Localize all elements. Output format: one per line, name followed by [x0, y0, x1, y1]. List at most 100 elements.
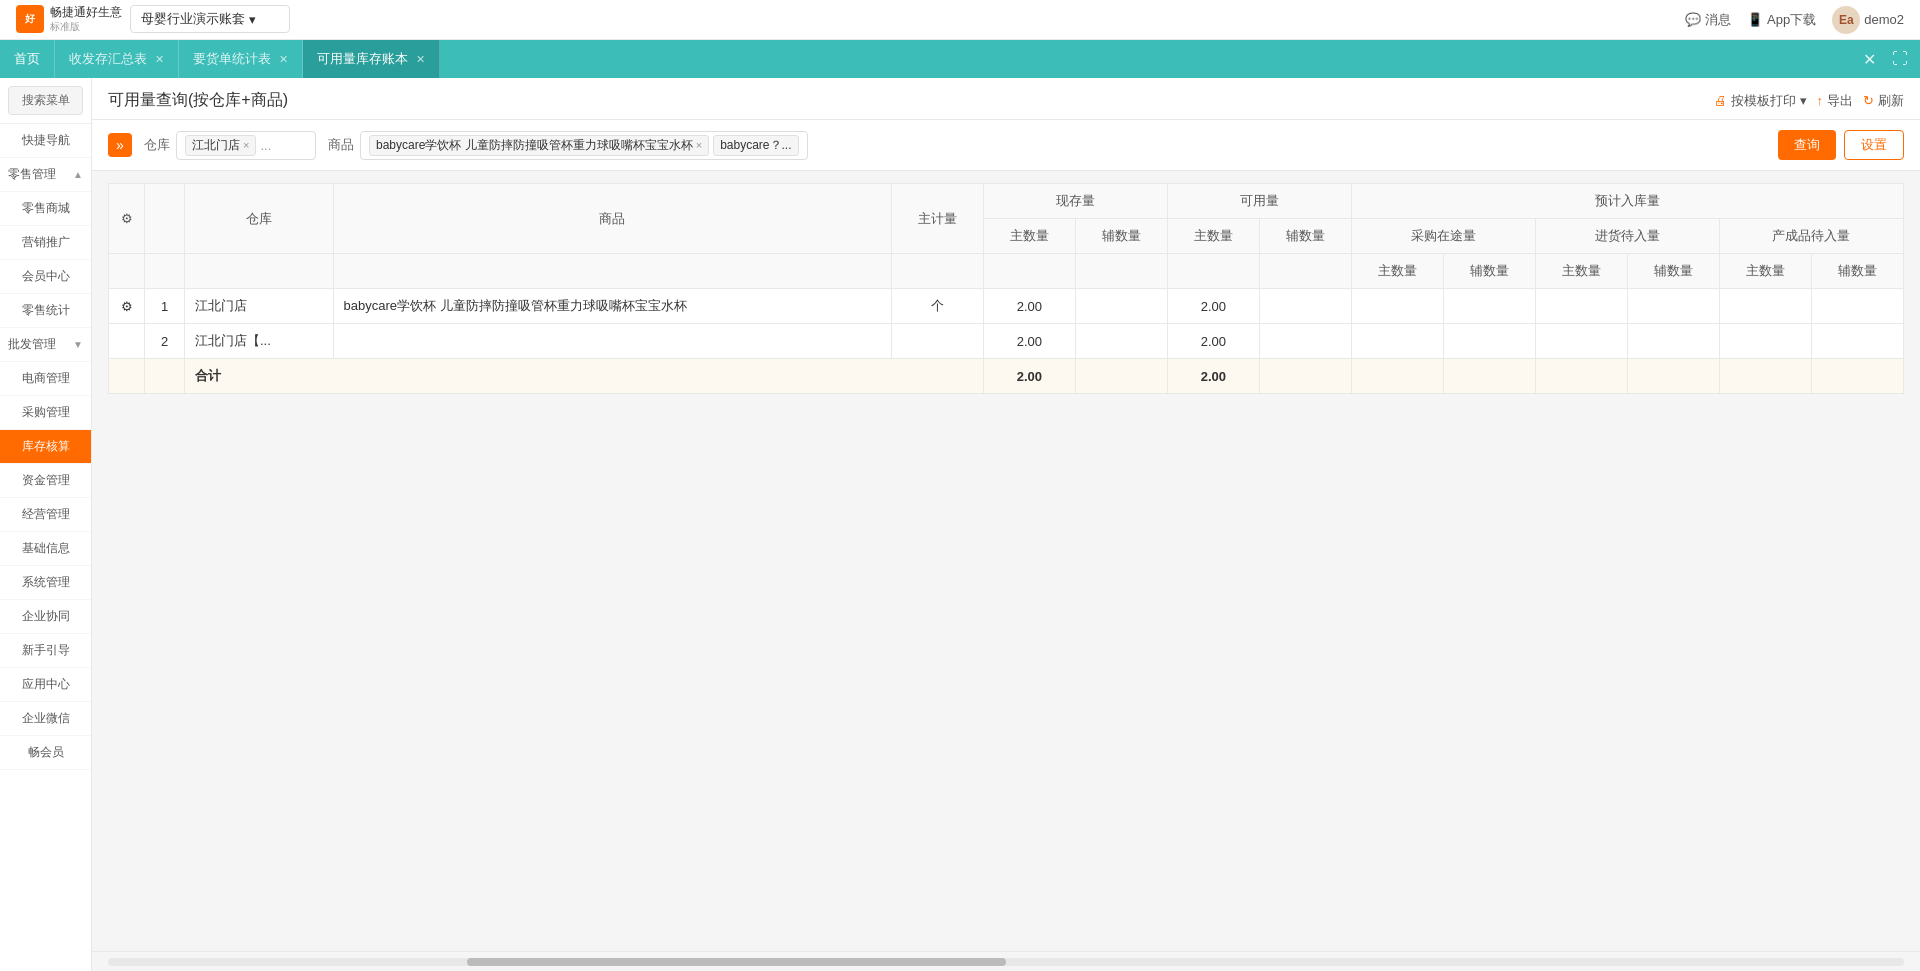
sidebar-item-operations-mgmt[interactable]: 经营管理 — [0, 498, 91, 532]
filter-expand-btn[interactable]: » — [108, 133, 132, 157]
sidebar-item-quick-nav[interactable]: 快捷导航 — [0, 124, 91, 158]
th-planned-in: 预计入库量 — [1351, 184, 1903, 219]
th-sub-empty4 — [333, 254, 891, 289]
warehouse-label: 仓库 — [144, 136, 170, 154]
export-icon: ↑ — [1817, 93, 1824, 108]
tab-bar: 首页 收发存汇总表 ✕ 要货单统计表 ✕ 可用量库存账本 ✕ ✕ ⛶ — [0, 40, 1920, 78]
sidebar-item-enterprise-wechat[interactable]: 企业微信 — [0, 702, 91, 736]
row2-current-aux — [1075, 324, 1167, 359]
th-current-stock: 现存量 — [983, 184, 1167, 219]
th-sub-prod-main: 主数量 — [1719, 254, 1811, 289]
row1-prod-aux — [1811, 289, 1903, 324]
tab-receive-summary-label: 收发存汇总表 — [69, 50, 147, 68]
th-product-pending: 产成品待入量 — [1719, 219, 1903, 254]
row2-product — [333, 324, 891, 359]
total-arr-main — [1535, 359, 1627, 394]
sidebar-item-retail-mall[interactable]: 零售商城 — [0, 192, 91, 226]
sidebar-item-marketing[interactable]: 营销推广 — [0, 226, 91, 260]
th-gear[interactable] — [109, 184, 145, 254]
row2-warehouse: 江北门店【... — [185, 324, 334, 359]
product-tag1-value: babycare学饮杯 儿童防摔防撞吸管杯重力球吸嘴杯宝宝水杯 — [376, 137, 693, 154]
row2-gear[interactable] — [109, 324, 145, 359]
sidebar-item-new-user-guide[interactable]: 新手引导 — [0, 634, 91, 668]
refresh-btn[interactable]: ↻ 刷新 — [1863, 92, 1904, 110]
row1-arr-aux — [1627, 289, 1719, 324]
sidebar-item-basic-info[interactable]: 基础信息 — [0, 532, 91, 566]
logo-area: 好 畅捷通好生意 标准版 — [16, 5, 122, 33]
sidebar-item-app-center[interactable]: 应用中心 — [0, 668, 91, 702]
app-download-btn[interactable]: 📱 App下载 — [1747, 11, 1816, 29]
th-current-main: 主数量 — [983, 219, 1075, 254]
row1-current-main: 2.00 — [983, 289, 1075, 324]
th-sub-empty5 — [891, 254, 983, 289]
table-row: 1 江北门店 babycare学饮杯 儿童防摔防撞吸管杯重力球吸嘴杯宝宝水杯 个… — [109, 289, 1904, 324]
th-sub-empty6 — [983, 254, 1075, 289]
sidebar-item-finance-mgmt[interactable]: 资金管理 — [0, 464, 91, 498]
scrollbar-thumb — [467, 958, 1006, 966]
tab-maximize-btn[interactable]: ⛶ — [1888, 46, 1912, 72]
th-current-aux: 辅数量 — [1075, 219, 1167, 254]
row2-arr-main — [1535, 324, 1627, 359]
user-area[interactable]: Ea demo2 — [1832, 6, 1904, 34]
filter-actions: 查询 设置 — [1778, 130, 1904, 160]
th-sub-empty7 — [1075, 254, 1167, 289]
tab-order-stats-close[interactable]: ✕ — [279, 53, 288, 66]
sidebar-item-inventory-check[interactable]: 库存核算 — [0, 430, 91, 464]
tab-receive-summary-close[interactable]: ✕ — [155, 53, 164, 66]
sidebar-item-ecommerce-mgmt[interactable]: 电商管理 — [0, 362, 91, 396]
th-product: 商品 — [333, 184, 891, 254]
warehouse-tag: 江北门店 × — [185, 135, 256, 156]
sidebar-item-purchase-mgmt[interactable]: 采购管理 — [0, 396, 91, 430]
message-label: 消息 — [1705, 11, 1731, 29]
scrollbar-track[interactable] — [108, 958, 1904, 966]
message-icon: 💬 — [1685, 12, 1701, 27]
th-sub-empty8 — [1167, 254, 1259, 289]
print-arrow-icon: ▾ — [1800, 93, 1807, 108]
product-input[interactable]: babycare学饮杯 儿童防摔防撞吸管杯重力球吸嘴杯宝宝水杯 × babyca… — [360, 131, 808, 160]
table-row: 2 江北门店【... 2.00 2.00 — [109, 324, 1904, 359]
row1-gear[interactable] — [109, 289, 145, 324]
query-btn[interactable]: 查询 — [1778, 130, 1836, 160]
print-btn[interactable]: 🖨 按模板打印 ▾ — [1714, 92, 1807, 110]
row2-main-unit — [891, 324, 983, 359]
tab-order-stats-label: 要货单统计表 — [193, 50, 271, 68]
logo-sub: 标准版 — [50, 20, 122, 34]
top-bar-right: 💬 消息 📱 App下载 Ea demo2 — [1685, 6, 1904, 34]
total-prod-main — [1719, 359, 1811, 394]
sidebar-item-retail-mgmt[interactable]: 零售管理 ▲ — [0, 158, 91, 192]
sidebar-item-enterprise-collab[interactable]: 企业协同 — [0, 600, 91, 634]
th-main-unit: 主计量 — [891, 184, 983, 254]
sidebar-item-system-mgmt[interactable]: 系统管理 — [0, 566, 91, 600]
table-container[interactable]: 仓库 商品 主计量 现存量 可用量 预计入库量 主数量 辅数量 主数量 辅数量 … — [92, 171, 1920, 951]
total-avail-main: 2.00 — [1167, 359, 1259, 394]
message-btn[interactable]: 💬 消息 — [1685, 11, 1731, 29]
tab-available-stock[interactable]: 可用量库存账本 ✕ — [303, 40, 440, 78]
export-btn[interactable]: ↑ 导出 — [1817, 92, 1854, 110]
total-row: 合计 2.00 2.00 — [109, 359, 1904, 394]
tab-available-stock-close[interactable]: ✕ — [416, 53, 425, 66]
row2-arr-aux — [1627, 324, 1719, 359]
tab-order-stats[interactable]: 要货单统计表 ✕ — [179, 40, 303, 78]
product-tag1-close[interactable]: × — [696, 139, 702, 151]
sidebar-item-member-center[interactable]: 会员中心 — [0, 260, 91, 294]
avatar: Ea — [1832, 6, 1860, 34]
tab-close-all-btn[interactable]: ✕ — [1859, 46, 1880, 73]
total-current-aux — [1075, 359, 1167, 394]
th-sub-arr-aux: 辅数量 — [1627, 254, 1719, 289]
sidebar-item-member[interactable]: 畅会员 — [0, 736, 91, 770]
th-pending-arrival: 进货待入量 — [1535, 219, 1719, 254]
sidebar-item-wholesale-mgmt-label: 批发管理 — [8, 336, 56, 353]
tab-home[interactable]: 首页 — [0, 40, 55, 78]
sidebar-item-wholesale-mgmt[interactable]: 批发管理 ▼ — [0, 328, 91, 362]
sidebar-item-retail-mgmt-label: 零售管理 — [8, 166, 56, 183]
warehouse-input[interactable]: 江北门店 × ... — [176, 131, 316, 160]
row1-prod-main — [1719, 289, 1811, 324]
warehouse-tag-close[interactable]: × — [243, 139, 249, 151]
tab-receive-summary[interactable]: 收发存汇总表 ✕ — [55, 40, 179, 78]
refresh-label: 刷新 — [1878, 92, 1904, 110]
store-selector[interactable]: 母婴行业演示账套 ▾ — [130, 5, 290, 33]
sidebar-item-retail-stats[interactable]: 零售统计 — [0, 294, 91, 328]
sidebar-search-btn[interactable]: 搜索菜单 — [8, 86, 83, 115]
refresh-icon: ↻ — [1863, 93, 1874, 108]
settings-btn[interactable]: 设置 — [1844, 130, 1904, 160]
